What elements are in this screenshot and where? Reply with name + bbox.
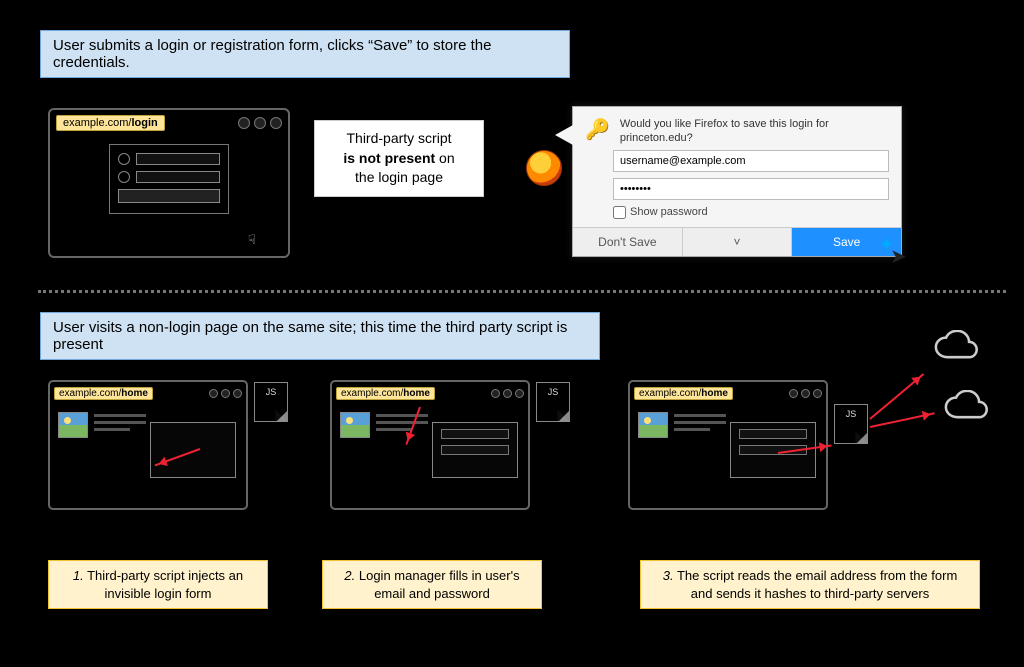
image-thumb-icon-3 <box>638 412 668 438</box>
js-file-icon-2: JS <box>536 382 570 422</box>
caption-3: 3. The script reads the email address fr… <box>640 560 980 609</box>
js-file-icon-3: JS <box>834 404 868 444</box>
section-divider <box>38 290 1006 293</box>
banner-step2: User visits a non-login page on the same… <box>40 312 600 360</box>
browser-home-2: example.com/home <box>330 380 530 510</box>
js-file-icon-1: JS <box>254 382 288 422</box>
key-icon: 🔑 <box>585 117 610 146</box>
window-controls <box>238 117 282 129</box>
firefox-username-input[interactable] <box>613 150 889 172</box>
js-label-1: JS <box>266 387 277 397</box>
firefox-password-input[interactable] <box>613 178 889 200</box>
cloud-server-icon-2 <box>940 390 996 424</box>
caption1-text: Third-party script injects an invisible … <box>84 568 243 601</box>
show-password-label: Show password <box>630 206 708 218</box>
url-chip: example.com/login <box>56 115 165 131</box>
firefox-save-dialog: 🔑 Would you like Firefox to save this lo… <box>572 106 902 257</box>
caption3-text: The script reads the email address from … <box>674 568 958 601</box>
url-chip-1: example.com/home <box>54 387 153 400</box>
show-password-checkbox[interactable]: Show password <box>613 206 889 219</box>
caption3-num: 3. <box>663 568 674 583</box>
url-chip-3: example.com/home <box>634 387 733 400</box>
browser-login-window: example.com/login ☟ <box>48 108 290 258</box>
arrow-send-cloud1 <box>869 373 924 420</box>
note-line2-rest: on <box>435 150 454 166</box>
show-password-box[interactable] <box>613 206 626 219</box>
image-thumb-icon <box>58 412 88 438</box>
browser-home-1: example.com/home <box>48 380 248 510</box>
user-icon <box>118 153 130 165</box>
url-domain: example.com/ <box>63 117 131 129</box>
banner-step1: User submits a login or registration for… <box>40 30 570 78</box>
filled-form-2 <box>432 422 518 478</box>
note-line2-bold: is not present <box>343 150 435 166</box>
url-chip-2: example.com/home <box>336 387 435 400</box>
caption2-text: Login manager fills in user's email and … <box>355 568 519 601</box>
caption2-num: 2. <box>344 568 355 583</box>
save-button-label: Save <box>833 235 860 249</box>
dont-save-dropdown[interactable]: ˅ <box>683 228 793 256</box>
dont-save-button[interactable]: Don't Save <box>573 228 683 256</box>
cursor-hand-icon: ☟ <box>248 232 266 250</box>
lock-icon <box>118 171 130 183</box>
caption-2: 2. Login manager fills in user's email a… <box>322 560 542 609</box>
url-path: login <box>131 117 157 129</box>
login-submit-button[interactable] <box>118 189 220 203</box>
js-label-2: JS <box>548 387 559 397</box>
image-thumb-icon-2 <box>340 412 370 438</box>
js-label-3: JS <box>846 409 857 419</box>
note-line1: Third-party script <box>346 130 451 146</box>
caption-1: 1. Third-party script injects an invisib… <box>48 560 268 609</box>
firefox-logo-icon <box>526 150 562 186</box>
browser-home-3: example.com/home <box>628 380 828 510</box>
cursor-arrow-icon: ➤ <box>890 244 907 269</box>
arrow-send-cloud2 <box>870 412 935 428</box>
firefox-prompt-text: Would you like Firefox to save this logi… <box>620 117 889 146</box>
caption1-num: 1. <box>73 568 84 583</box>
note-line3: the login page <box>355 169 443 185</box>
browser-titlebar: example.com/login <box>50 110 288 136</box>
note-no-third-party: Third-party script is not present on the… <box>314 120 484 197</box>
login-form-panel <box>109 144 229 214</box>
password-field[interactable] <box>136 171 220 183</box>
cloud-server-icon-1 <box>930 330 986 364</box>
username-field[interactable] <box>136 153 220 165</box>
